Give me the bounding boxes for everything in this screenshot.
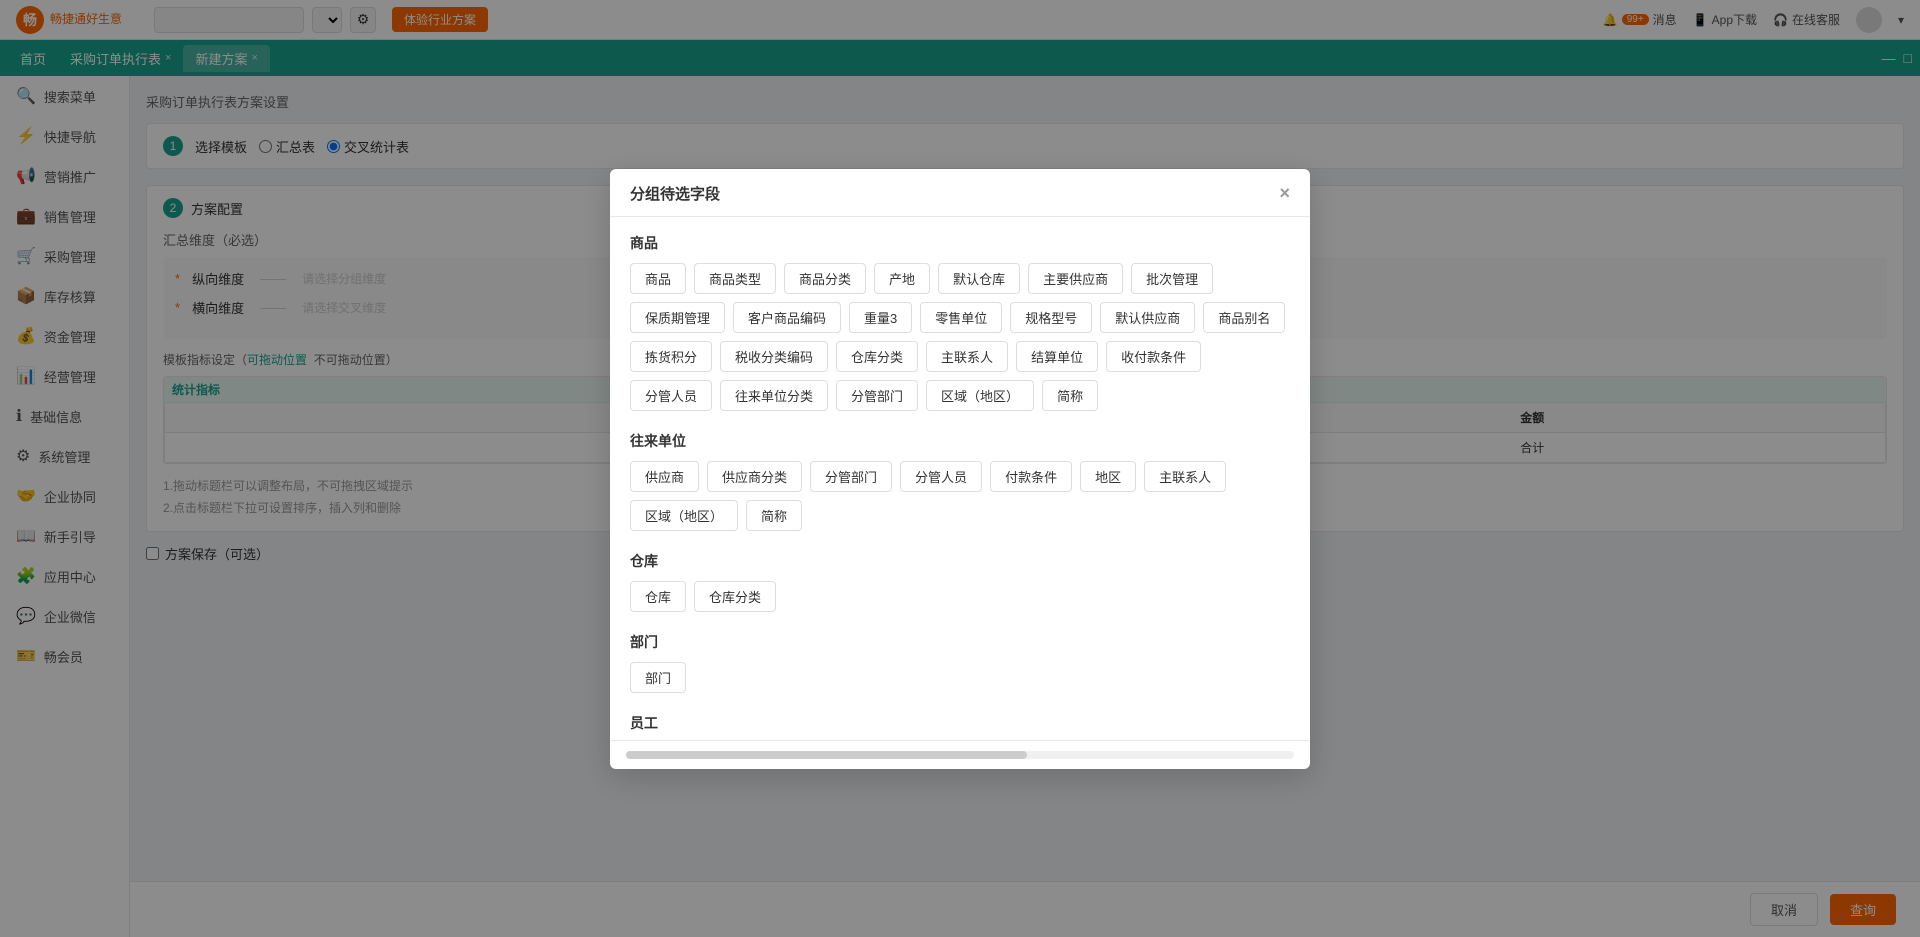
field-tag-tax-code[interactable]: 税收分类编码 bbox=[720, 341, 828, 372]
field-tag-main-contact[interactable]: 主联系人 bbox=[926, 341, 1008, 372]
field-tag-payment-terms[interactable]: 收付款条件 bbox=[1106, 341, 1201, 372]
field-tag-payment-condition[interactable]: 付款条件 bbox=[990, 461, 1072, 492]
field-group-warehouse: 仓库 仓库 仓库分类 bbox=[630, 551, 1290, 612]
field-tag-main-supplier[interactable]: 主要供应商 bbox=[1028, 263, 1123, 294]
field-tag-default-supplier[interactable]: 默认供应商 bbox=[1100, 302, 1195, 333]
field-tag-dept[interactable]: 分管部门 bbox=[836, 380, 918, 411]
modal-footer bbox=[610, 740, 1310, 769]
field-tag-warehouse[interactable]: 仓库 bbox=[630, 581, 686, 612]
modal-title: 分组待选字段 bbox=[630, 183, 720, 204]
modal-overlay: 分组待选字段 × 商品 商品 商品类型 商品分类 产地 默认仓库 主要供应商 批… bbox=[0, 0, 1920, 937]
field-tag-shelf-life[interactable]: 保质期管理 bbox=[630, 302, 725, 333]
field-group-partner-title: 往来单位 bbox=[630, 431, 1290, 451]
field-tag-weight3[interactable]: 重量3 bbox=[849, 302, 912, 333]
scrollbar-thumb bbox=[626, 751, 1027, 759]
field-group-employee: 员工 业务员 bbox=[630, 713, 1290, 740]
field-tag-area[interactable]: 地区 bbox=[1080, 461, 1136, 492]
field-tag-customer-code[interactable]: 客户商品编码 bbox=[733, 302, 841, 333]
field-tags-partner: 供应商 供应商分类 分管部门 分管人员 付款条件 地区 主联系人 区域（地区） … bbox=[630, 461, 1290, 531]
field-tag-warehouse-category[interactable]: 仓库分类 bbox=[836, 341, 918, 372]
field-tag-supplier[interactable]: 供应商 bbox=[630, 461, 699, 492]
field-tag-settlement-unit[interactable]: 结算单位 bbox=[1016, 341, 1098, 372]
field-tag-main-contact2[interactable]: 主联系人 bbox=[1144, 461, 1226, 492]
field-group-goods-title: 商品 bbox=[630, 233, 1290, 253]
modal-body: 商品 商品 商品类型 商品分类 产地 默认仓库 主要供应商 批次管理 保质期管理… bbox=[610, 217, 1310, 740]
modal: 分组待选字段 × 商品 商品 商品类型 商品分类 产地 默认仓库 主要供应商 批… bbox=[610, 169, 1310, 769]
field-tag-supplier-category[interactable]: 供应商分类 bbox=[707, 461, 802, 492]
field-group-warehouse-title: 仓库 bbox=[630, 551, 1290, 571]
field-tag-short-name-partner[interactable]: 简称 bbox=[746, 500, 802, 531]
field-tags-warehouse: 仓库 仓库分类 bbox=[630, 581, 1290, 612]
field-tag-supervisor[interactable]: 分管人员 bbox=[630, 380, 712, 411]
field-group-goods: 商品 商品 商品类型 商品分类 产地 默认仓库 主要供应商 批次管理 保质期管理… bbox=[630, 233, 1290, 411]
field-tag-default-warehouse[interactable]: 默认仓库 bbox=[938, 263, 1020, 294]
modal-header: 分组待选字段 × bbox=[610, 169, 1310, 217]
field-tags-department: 部门 bbox=[630, 662, 1290, 693]
field-tag-short-name-goods[interactable]: 简称 bbox=[1042, 380, 1098, 411]
field-tag-region-goods[interactable]: 区域（地区） bbox=[926, 380, 1034, 411]
field-tag-goods[interactable]: 商品 bbox=[630, 263, 686, 294]
field-tag-pick-points[interactable]: 拣货积分 bbox=[630, 341, 712, 372]
field-group-employee-title: 员工 bbox=[630, 713, 1290, 733]
modal-close-button[interactable]: × bbox=[1279, 184, 1290, 202]
field-tag-spec-model[interactable]: 规格型号 bbox=[1010, 302, 1092, 333]
field-tag-goods-alias[interactable]: 商品别名 bbox=[1203, 302, 1285, 333]
horizontal-scrollbar[interactable] bbox=[626, 751, 1294, 759]
field-tag-mgmt-person[interactable]: 分管人员 bbox=[900, 461, 982, 492]
field-tag-batch-mgmt[interactable]: 批次管理 bbox=[1131, 263, 1213, 294]
field-group-department-title: 部门 bbox=[630, 632, 1290, 652]
field-tag-retail-unit[interactable]: 零售单位 bbox=[920, 302, 1002, 333]
field-tags-goods: 商品 商品类型 商品分类 产地 默认仓库 主要供应商 批次管理 保质期管理 客户… bbox=[630, 263, 1290, 411]
field-tag-goods-type[interactable]: 商品类型 bbox=[694, 263, 776, 294]
field-tag-region-partner[interactable]: 区域（地区） bbox=[630, 500, 738, 531]
field-tag-goods-category[interactable]: 商品分类 bbox=[784, 263, 866, 294]
field-tag-mgmt-dept[interactable]: 分管部门 bbox=[810, 461, 892, 492]
field-tag-related-unit-category[interactable]: 往来单位分类 bbox=[720, 380, 828, 411]
field-group-department: 部门 部门 bbox=[630, 632, 1290, 693]
field-tag-origin[interactable]: 产地 bbox=[874, 263, 930, 294]
field-tag-department[interactable]: 部门 bbox=[630, 662, 686, 693]
field-group-partner: 往来单位 供应商 供应商分类 分管部门 分管人员 付款条件 地区 主联系人 区域… bbox=[630, 431, 1290, 531]
field-tag-warehouse-cat[interactable]: 仓库分类 bbox=[694, 581, 776, 612]
